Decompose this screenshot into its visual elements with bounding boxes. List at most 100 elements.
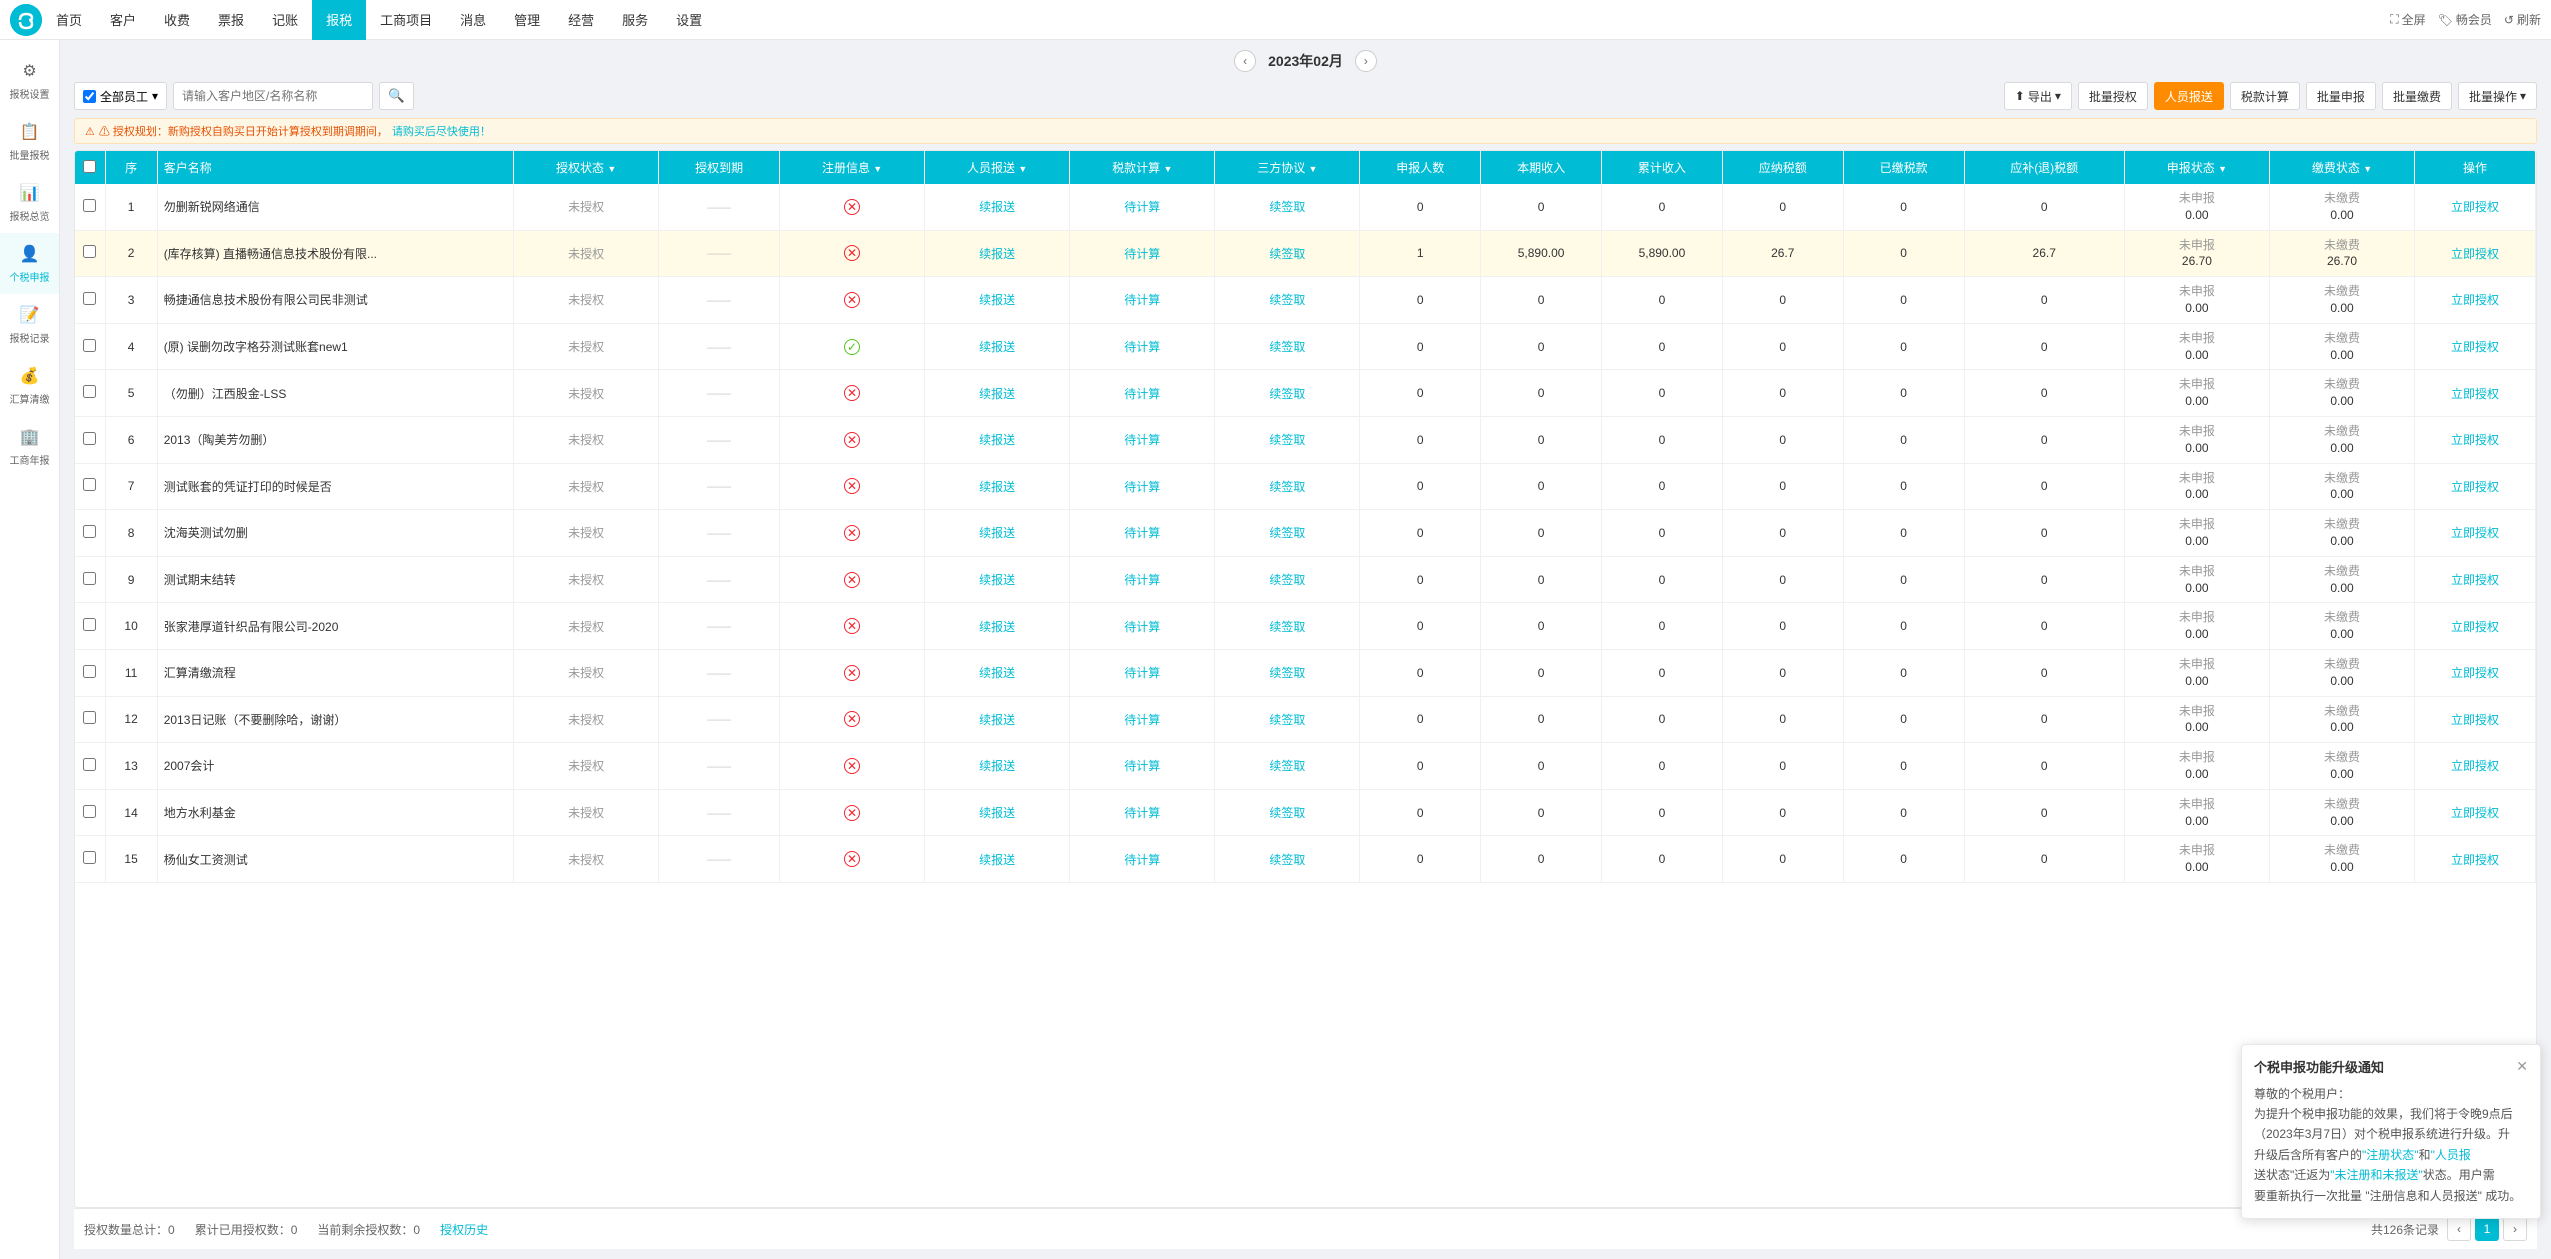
- row-person-report: 续报送: [925, 743, 1070, 790]
- row-action: 立即授权: [2415, 370, 2536, 417]
- row-paid-tax: 0: [1843, 463, 1964, 510]
- nav-customer[interactable]: 客户: [96, 0, 150, 40]
- row-action: 立即授权: [2415, 789, 2536, 836]
- select-all-checkbox[interactable]: [83, 160, 96, 173]
- action-btn[interactable]: 立即授权: [2451, 526, 2499, 540]
- row-name: 沈海英测试勿删: [157, 510, 513, 557]
- row-checkbox[interactable]: [83, 245, 96, 258]
- row-tax-calc: 待计算: [1070, 556, 1215, 603]
- action-btn[interactable]: 立即授权: [2451, 573, 2499, 587]
- nav-settings[interactable]: 设置: [662, 0, 716, 40]
- batch-auth-btn[interactable]: 批量授权: [2078, 82, 2148, 110]
- action-btn[interactable]: 立即授权: [2451, 433, 2499, 447]
- tax-records-icon: 📝: [19, 304, 41, 326]
- action-btn[interactable]: 立即授权: [2451, 480, 2499, 494]
- sidebar-item-tax-overview[interactable]: 📊 报税总览: [0, 172, 59, 233]
- row-checkbox[interactable]: [83, 851, 96, 864]
- row-checkbox[interactable]: [83, 805, 96, 818]
- action-btn[interactable]: 立即授权: [2451, 247, 2499, 261]
- action-btn[interactable]: 立即授权: [2451, 806, 2499, 820]
- nav-management[interactable]: 管理: [500, 0, 554, 40]
- all-employee-checkbox[interactable]: [83, 90, 96, 103]
- refresh-btn[interactable]: ↺ 刷新: [2504, 11, 2541, 28]
- action-btn[interactable]: 立即授权: [2451, 340, 2499, 354]
- action-btn[interactable]: 立即授权: [2451, 759, 2499, 773]
- batch-report-btn[interactable]: 批量申报: [2306, 82, 2376, 110]
- row-checkbox[interactable]: [83, 665, 96, 678]
- row-auth-status: 未授权: [514, 184, 659, 230]
- sidebar-item-tax-records[interactable]: 📝 报税记录: [0, 294, 59, 355]
- nav-business[interactable]: 工商项目: [366, 0, 446, 40]
- row-paid-tax: 0: [1843, 556, 1964, 603]
- search-button[interactable]: 🔍: [379, 82, 414, 110]
- sidebar-item-tax-settings[interactable]: ⚙ 报税设置: [0, 50, 59, 111]
- auth-history-link[interactable]: 授权历史: [440, 1221, 488, 1238]
- warning-link[interactable]: 请购买后尽快使用！: [392, 123, 491, 139]
- export-btn[interactable]: ⬆ 导出 ▾: [2004, 82, 2072, 110]
- search-input[interactable]: [173, 82, 373, 110]
- employee-filter-btn[interactable]: 全部员工 ▾: [74, 82, 167, 110]
- nav-billing[interactable]: 收费: [150, 0, 204, 40]
- reg-info-icon: ✕: [844, 525, 860, 541]
- nav-accounting[interactable]: 记账: [258, 0, 312, 40]
- sidebar-item-personal-tax[interactable]: 👤 个税申报: [0, 233, 59, 294]
- action-btn[interactable]: 立即授权: [2451, 713, 2499, 727]
- reg-info-icon: ✓: [844, 339, 860, 355]
- row-checkbox[interactable]: [83, 292, 96, 305]
- next-page-btn[interactable]: ›: [2503, 1217, 2527, 1241]
- row-checkbox[interactable]: [83, 525, 96, 538]
- row-tax-calc: 待计算: [1070, 463, 1215, 510]
- batch-ops-btn[interactable]: 批量操作 ▾: [2458, 82, 2537, 110]
- annual-report-icon: 🏢: [19, 426, 41, 448]
- action-btn[interactable]: 立即授权: [2451, 853, 2499, 867]
- prev-month-btn[interactable]: ‹: [1234, 50, 1256, 72]
- tax-calc-btn[interactable]: 税款计算: [2230, 82, 2300, 110]
- row-checkbox[interactable]: [83, 572, 96, 585]
- action-btn[interactable]: 立即授权: [2451, 200, 2499, 214]
- row-tax-payable: 0: [1722, 649, 1843, 696]
- sidebar-item-annual-report[interactable]: 🏢 工商年报: [0, 416, 59, 477]
- row-person-report: 续报送: [925, 277, 1070, 324]
- page-1-btn[interactable]: 1: [2475, 1217, 2499, 1241]
- row-report-status: 未申报 0.00: [2124, 603, 2269, 650]
- action-btn[interactable]: 立即授权: [2451, 387, 2499, 401]
- row-person-report: 续报送: [925, 789, 1070, 836]
- header-auth-status: 授权状态 ▼: [514, 151, 659, 184]
- row-checkbox[interactable]: [83, 711, 96, 724]
- row-reg-info: ✕: [780, 277, 925, 324]
- action-btn[interactable]: 立即授权: [2451, 293, 2499, 307]
- row-action: 立即授权: [2415, 743, 2536, 790]
- row-tax-calc: 待计算: [1070, 696, 1215, 743]
- nav-tax[interactable]: 报税: [312, 0, 366, 40]
- member-btn[interactable]: 🏷 畅会员: [2438, 11, 2492, 28]
- row-triparty: 续签取: [1215, 277, 1360, 324]
- row-checkbox[interactable]: [83, 339, 96, 352]
- sidebar-label-tax-settings: 报税设置: [10, 86, 50, 101]
- row-checkbox[interactable]: [83, 432, 96, 445]
- row-checkbox[interactable]: [83, 199, 96, 212]
- nav-home[interactable]: 首页: [42, 0, 96, 40]
- row-checkbox-cell: [75, 743, 105, 790]
- personal-report-btn[interactable]: 人员报送: [2154, 82, 2224, 110]
- next-month-btn[interactable]: ›: [1355, 50, 1377, 72]
- row-checkbox[interactable]: [83, 618, 96, 631]
- nav-operations[interactable]: 经营: [554, 0, 608, 40]
- action-btn[interactable]: 立即授权: [2451, 666, 2499, 680]
- batch-pay-btn[interactable]: 批量缴费: [2382, 82, 2452, 110]
- nav-service[interactable]: 服务: [608, 0, 662, 40]
- tax-overview-icon: 📊: [19, 182, 41, 204]
- sidebar-item-settlement[interactable]: 💰 汇算清缴: [0, 355, 59, 416]
- popup-close-btn[interactable]: ✕: [2516, 1058, 2528, 1075]
- fullscreen-btn[interactable]: ⛶ 全屏: [2390, 11, 2425, 28]
- action-btn[interactable]: 立即授权: [2451, 620, 2499, 634]
- sidebar-item-batch-tax[interactable]: 📋 批量报税: [0, 111, 59, 172]
- row-declare-count: 0: [1360, 649, 1481, 696]
- nav-invoice[interactable]: 票报: [204, 0, 258, 40]
- row-declare-count: 1: [1360, 230, 1481, 277]
- row-auth-status: 未授权: [514, 323, 659, 370]
- nav-messages[interactable]: 消息: [446, 0, 500, 40]
- row-checkbox[interactable]: [83, 478, 96, 491]
- row-checkbox[interactable]: [83, 385, 96, 398]
- prev-page-btn[interactable]: ‹: [2447, 1217, 2471, 1241]
- row-checkbox[interactable]: [83, 758, 96, 771]
